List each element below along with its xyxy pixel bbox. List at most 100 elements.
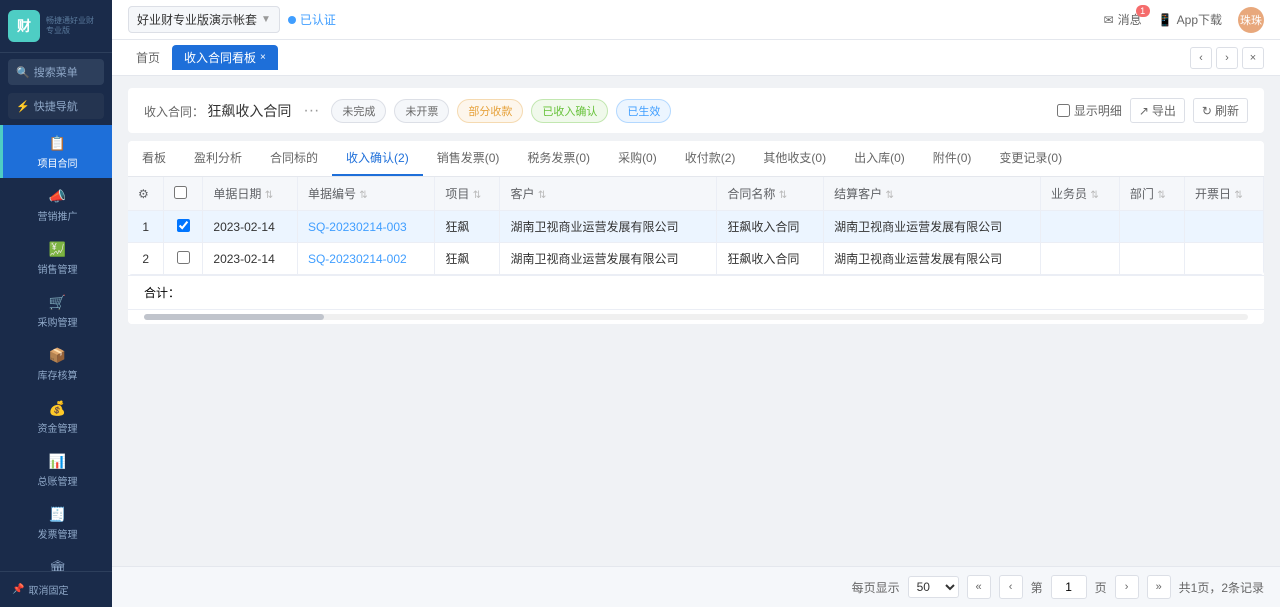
sidebar-item-purchase[interactable]: 🛒 采购管理	[0, 284, 112, 337]
status-btn-未完成[interactable]: 未完成	[331, 99, 386, 123]
table-row[interactable]: 2 2023-02-14 SQ-20230214-002 狂飙 湖南卫视商业运营…	[128, 243, 1264, 275]
sort-icon-settlement_customer[interactable]: ⇅	[885, 190, 893, 201]
company-selector[interactable]: 好业财专业版演示帐套 ▼	[128, 6, 280, 33]
export-icon: ↗	[1139, 104, 1149, 118]
th-project: 项目 ⇅	[435, 177, 500, 211]
message-button[interactable]: ✉ 消息 1	[1104, 11, 1142, 28]
sidebar-label-inventory: 库存核算	[38, 367, 78, 382]
status-btn-已生效[interactable]: 已生效	[616, 99, 671, 123]
sidebar-item-general[interactable]: 📊 总账管理	[0, 443, 112, 496]
pagination: 每页显示 2050100 « ‹ 第 页 › » 共1页，2条记录	[112, 566, 1280, 607]
certified-dot-icon	[288, 16, 296, 24]
sort-icon-open_date[interactable]: ⇅	[1234, 190, 1242, 201]
row-date-1: 2023-02-14	[203, 243, 298, 275]
row-checkbox-0[interactable]	[164, 211, 203, 243]
sort-icon-project[interactable]: ⇅	[473, 190, 481, 201]
inner-tab-change_log[interactable]: 变更记录(0)	[985, 141, 1076, 176]
row-salesperson-1	[1041, 243, 1120, 275]
row-settlement-0: 湖南卫视商业运营发展有限公司	[824, 211, 1041, 243]
inner-tab-warehouse[interactable]: 出入库(0)	[840, 141, 919, 176]
certified-badge: 已认证	[288, 11, 336, 28]
sidebar-icon-marketing: 📣	[48, 186, 68, 206]
row-contract-0: 狂飙收入合同	[717, 211, 824, 243]
last-page-button[interactable]: »	[1147, 575, 1171, 599]
prev-page-button[interactable]: ‹	[999, 575, 1023, 599]
sidebar-item-fund[interactable]: 💰 资金管理	[0, 390, 112, 443]
sidebar-icon-inventory: 📦	[48, 345, 68, 365]
tab-close-icon[interactable]: ×	[260, 52, 266, 63]
inner-tab-tax_invoice[interactable]: 税务发票(0)	[513, 141, 604, 176]
unpin-button[interactable]: 📌 取消固定	[8, 578, 104, 601]
inner-tab-payment[interactable]: 收付款(2)	[671, 141, 750, 176]
page-size-select[interactable]: 2050100	[908, 576, 959, 598]
sidebar-search-section: 🔍 搜索菜单 ⚡ 快捷导航	[0, 53, 112, 125]
sidebar-item-marketing[interactable]: 📣 营销推广	[0, 178, 112, 231]
tab-home[interactable]: 首页	[128, 45, 168, 70]
refresh-button[interactable]: ↻ 刷新	[1193, 98, 1248, 123]
col-label-department: 部门	[1130, 187, 1154, 201]
sort-icon-customer[interactable]: ⇅	[538, 190, 546, 201]
inner-tab-other_income[interactable]: 其他收支(0)	[749, 141, 840, 176]
user-avatar[interactable]: 珠珠	[1238, 7, 1264, 33]
status-btn-未开票[interactable]: 未开票	[394, 99, 449, 123]
status-btn-部分收款[interactable]: 部分收款	[457, 99, 523, 123]
inner-tab-sales_invoice[interactable]: 销售发票(0)	[423, 141, 514, 176]
inner-tab-contract_criteria[interactable]: 合同标的	[256, 141, 332, 176]
select-all-checkbox[interactable]	[174, 186, 187, 199]
app-download-button[interactable]: 📱 App下载	[1158, 11, 1222, 28]
th-salesperson: 业务员 ⇅	[1041, 177, 1120, 211]
sidebar-icon-sales: 💹	[48, 239, 68, 259]
doc-link-1[interactable]: SQ-20230214-002	[308, 252, 407, 266]
sidebar-label-sales: 销售管理	[38, 261, 78, 276]
sort-icon-contract_name[interactable]: ⇅	[779, 190, 787, 201]
sort-icon-date[interactable]: ⇅	[265, 190, 273, 201]
tab-prev-button[interactable]: ‹	[1190, 47, 1212, 69]
contract-title: 收入合同： 狂飙收入合同	[144, 101, 291, 121]
nav-icon: ⚡	[16, 100, 30, 113]
search-menu-button[interactable]: 🔍 搜索菜单	[8, 59, 104, 85]
sidebar-icon-purchase: 🛒	[48, 292, 68, 312]
sort-icon-department[interactable]: ⇅	[1157, 190, 1165, 201]
show-detail-checkbox[interactable]	[1057, 104, 1070, 117]
first-page-button[interactable]: «	[967, 575, 991, 599]
sort-icon-doc_no[interactable]: ⇅	[359, 190, 367, 201]
row-checkbox-1[interactable]	[164, 243, 203, 275]
inner-tabs: 看板盈利分析合同标的收入确认(2)销售发票(0)税务发票(0)采购(0)收付款(…	[128, 141, 1264, 177]
tab-income-contract[interactable]: 收入合同看板 ×	[172, 45, 278, 70]
inner-tab-kanban[interactable]: 看板	[128, 141, 180, 176]
row-num-0: 1	[128, 211, 164, 243]
row-date-0: 2023-02-14	[203, 211, 298, 243]
scroll-track	[144, 314, 1248, 320]
sidebar-item-invoice[interactable]: 🧾 发票管理	[0, 496, 112, 549]
sidebar-item-sales[interactable]: 💹 销售管理	[0, 231, 112, 284]
sidebar-nav: 📋 项目合同 📣 营销推广 💹 销售管理 🛒 采购管理 📦 库存核算 💰 资金管…	[0, 125, 112, 571]
status-btn-已收入确认[interactable]: 已收入确认	[531, 99, 608, 123]
sidebar-item-tax[interactable]: 🏛 税务管理	[0, 549, 112, 571]
inner-tab-attachment[interactable]: 附件(0)	[919, 141, 986, 176]
row-opendate-0	[1185, 211, 1264, 243]
col-label-settlement_customer: 结算客户	[834, 187, 882, 201]
data-table-container: ⚙单据日期 ⇅单据编号 ⇅项目 ⇅客户 ⇅合同名称 ⇅结算客户 ⇅业务员 ⇅部门…	[128, 177, 1264, 275]
quick-nav-button[interactable]: ⚡ 快捷导航	[8, 93, 104, 119]
row-docno-0: SQ-20230214-003	[297, 211, 434, 243]
inner-tab-profit[interactable]: 盈利分析	[180, 141, 256, 176]
next-page-button[interactable]: ›	[1115, 575, 1139, 599]
row-dept-1	[1119, 243, 1184, 275]
inner-tab-income_confirm[interactable]: 收入确认(2)	[332, 141, 423, 176]
sidebar-item-inventory[interactable]: 📦 库存核算	[0, 337, 112, 390]
more-options-button[interactable]: ···	[303, 102, 319, 120]
sort-icon-salesperson[interactable]: ⇅	[1090, 190, 1098, 201]
tab-next-button[interactable]: ›	[1216, 47, 1238, 69]
inner-tab-purchase[interactable]: 采购(0)	[604, 141, 671, 176]
scroll-thumb[interactable]	[144, 314, 324, 320]
table-row[interactable]: 1 2023-02-14 SQ-20230214-003 狂飙 湖南卫视商业运营…	[128, 211, 1264, 243]
tab-close-button[interactable]: ×	[1242, 47, 1264, 69]
show-detail-checkbox-label[interactable]: 显示明细	[1057, 102, 1122, 119]
page-number-input[interactable]	[1051, 575, 1087, 599]
sidebar-item-project[interactable]: 📋 项目合同	[0, 125, 112, 178]
sidebar-label-fund: 资金管理	[38, 420, 78, 435]
gear-icon[interactable]: ⚙	[138, 187, 149, 201]
export-button[interactable]: ↗ 导出	[1130, 98, 1185, 123]
th-contract_name: 合同名称 ⇅	[717, 177, 824, 211]
doc-link-0[interactable]: SQ-20230214-003	[308, 220, 407, 234]
